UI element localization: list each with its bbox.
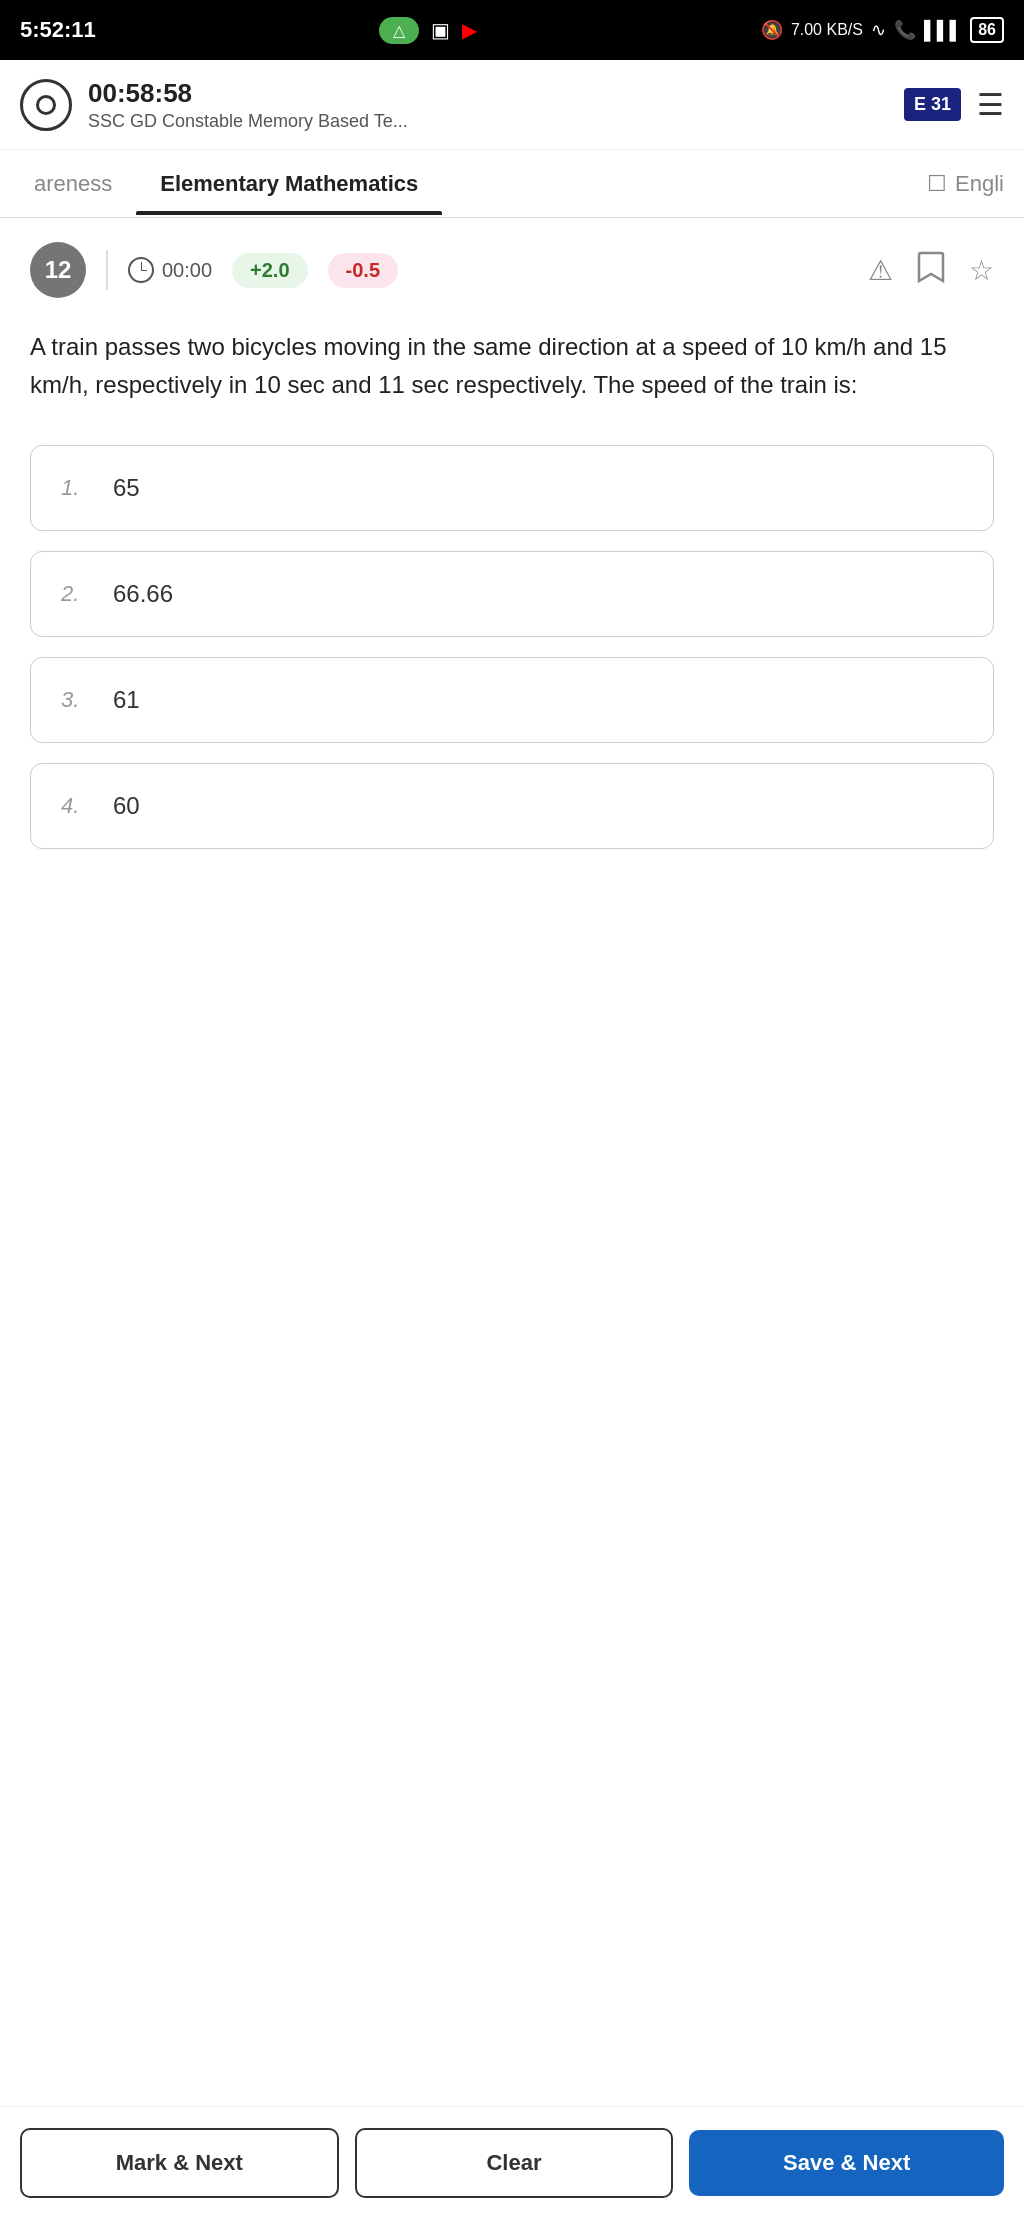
clear-button[interactable]: Clear	[355, 2128, 674, 2198]
clock-icon	[128, 257, 154, 283]
circle-icon	[36, 95, 56, 115]
star-icon[interactable]: ☆	[969, 254, 994, 287]
option-2-number: 2.	[61, 581, 89, 607]
status-center: △ ▣ ▶	[379, 17, 477, 44]
timer-value: 00:00	[162, 259, 212, 282]
option-4[interactable]: 4. 60	[30, 763, 994, 849]
option-4-number: 4.	[61, 793, 89, 819]
exam-timer: 00:58:58	[88, 78, 904, 109]
status-time: 5:52:11	[20, 17, 96, 43]
header-text: 00:58:58 SSC GD Constable Memory Based T…	[88, 78, 904, 132]
wifi-signal-icon: ∿	[871, 19, 886, 41]
mark-next-button[interactable]: Mark & Next	[20, 2128, 339, 2198]
option-4-text: 60	[113, 792, 140, 820]
question-timer: 00:00	[128, 257, 212, 283]
status-icons: 🔕 7.00 KB/S ∿ 📞 ▌▌▌ 86	[761, 17, 1004, 43]
checkbox-icon: ☐	[927, 171, 947, 197]
option-1[interactable]: 1. 65	[30, 445, 994, 531]
screen-record-icon: ▣	[431, 18, 450, 42]
e-badge: E 31	[904, 88, 961, 121]
wifi-badge: △	[379, 17, 419, 44]
header-bar: 00:58:58 SSC GD Constable Memory Based T…	[0, 60, 1024, 150]
positive-score-badge: +2.0	[232, 253, 307, 288]
network-speed: 7.00 KB/S	[791, 21, 863, 39]
options-list: 1. 65 2. 66.66 3. 61 4. 60	[30, 445, 994, 849]
mute-icon: 🔕	[761, 19, 783, 41]
option-2-text: 66.66	[113, 580, 173, 608]
header-right: E 31 ☰	[904, 87, 1004, 122]
option-3-text: 61	[113, 686, 140, 714]
save-next-button[interactable]: Save & Next	[689, 2130, 1004, 2196]
option-3-number: 3.	[61, 687, 89, 713]
bottom-action-bar: Mark & Next Clear Save & Next	[0, 2106, 1024, 2218]
tab-english-area[interactable]: ☐ Engli	[917, 153, 1014, 215]
meta-icons: ⚠ ☆	[868, 251, 994, 290]
tab-awareness[interactable]: areness	[10, 153, 136, 215]
hamburger-menu[interactable]: ☰	[977, 87, 1004, 122]
option-1-number: 1.	[61, 475, 89, 501]
content-wrap: 12 00:00 +2.0 -0.5 ⚠ ☆ A train passes tw…	[0, 218, 1024, 1043]
tab-elementary-mathematics[interactable]: Elementary Mathematics	[136, 153, 442, 215]
option-2[interactable]: 2. 66.66	[30, 551, 994, 637]
exam-title: SSC GD Constable Memory Based Te...	[88, 111, 904, 132]
bookmark-icon[interactable]	[917, 251, 945, 290]
record-button[interactable]	[20, 79, 72, 131]
tab-navigation: areness Elementary Mathematics ☐ Engli	[0, 150, 1024, 218]
vertical-divider	[106, 250, 108, 290]
negative-score-badge: -0.5	[328, 253, 398, 288]
signal-bars-icon: ▌▌▌	[924, 20, 962, 41]
youtube-icon: ▶	[462, 18, 477, 42]
option-1-text: 65	[113, 474, 140, 502]
warning-icon[interactable]: ⚠	[868, 254, 893, 287]
call-icon: 📞	[894, 19, 916, 41]
question-area: 12 00:00 +2.0 -0.5 ⚠ ☆ A train passes tw…	[0, 218, 1024, 913]
question-text: A train passes two bicycles moving in th…	[30, 328, 994, 405]
tab-english: Engli	[955, 171, 1004, 197]
wifi-icon: △	[393, 21, 405, 40]
question-number: 12	[30, 242, 86, 298]
status-bar: 5:52:11 △ ▣ ▶ 🔕 7.00 KB/S ∿ 📞 ▌▌▌ 86	[0, 0, 1024, 60]
question-meta: 12 00:00 +2.0 -0.5 ⚠ ☆	[30, 242, 994, 298]
battery-indicator: 86	[970, 17, 1004, 43]
option-3[interactable]: 3. 61	[30, 657, 994, 743]
